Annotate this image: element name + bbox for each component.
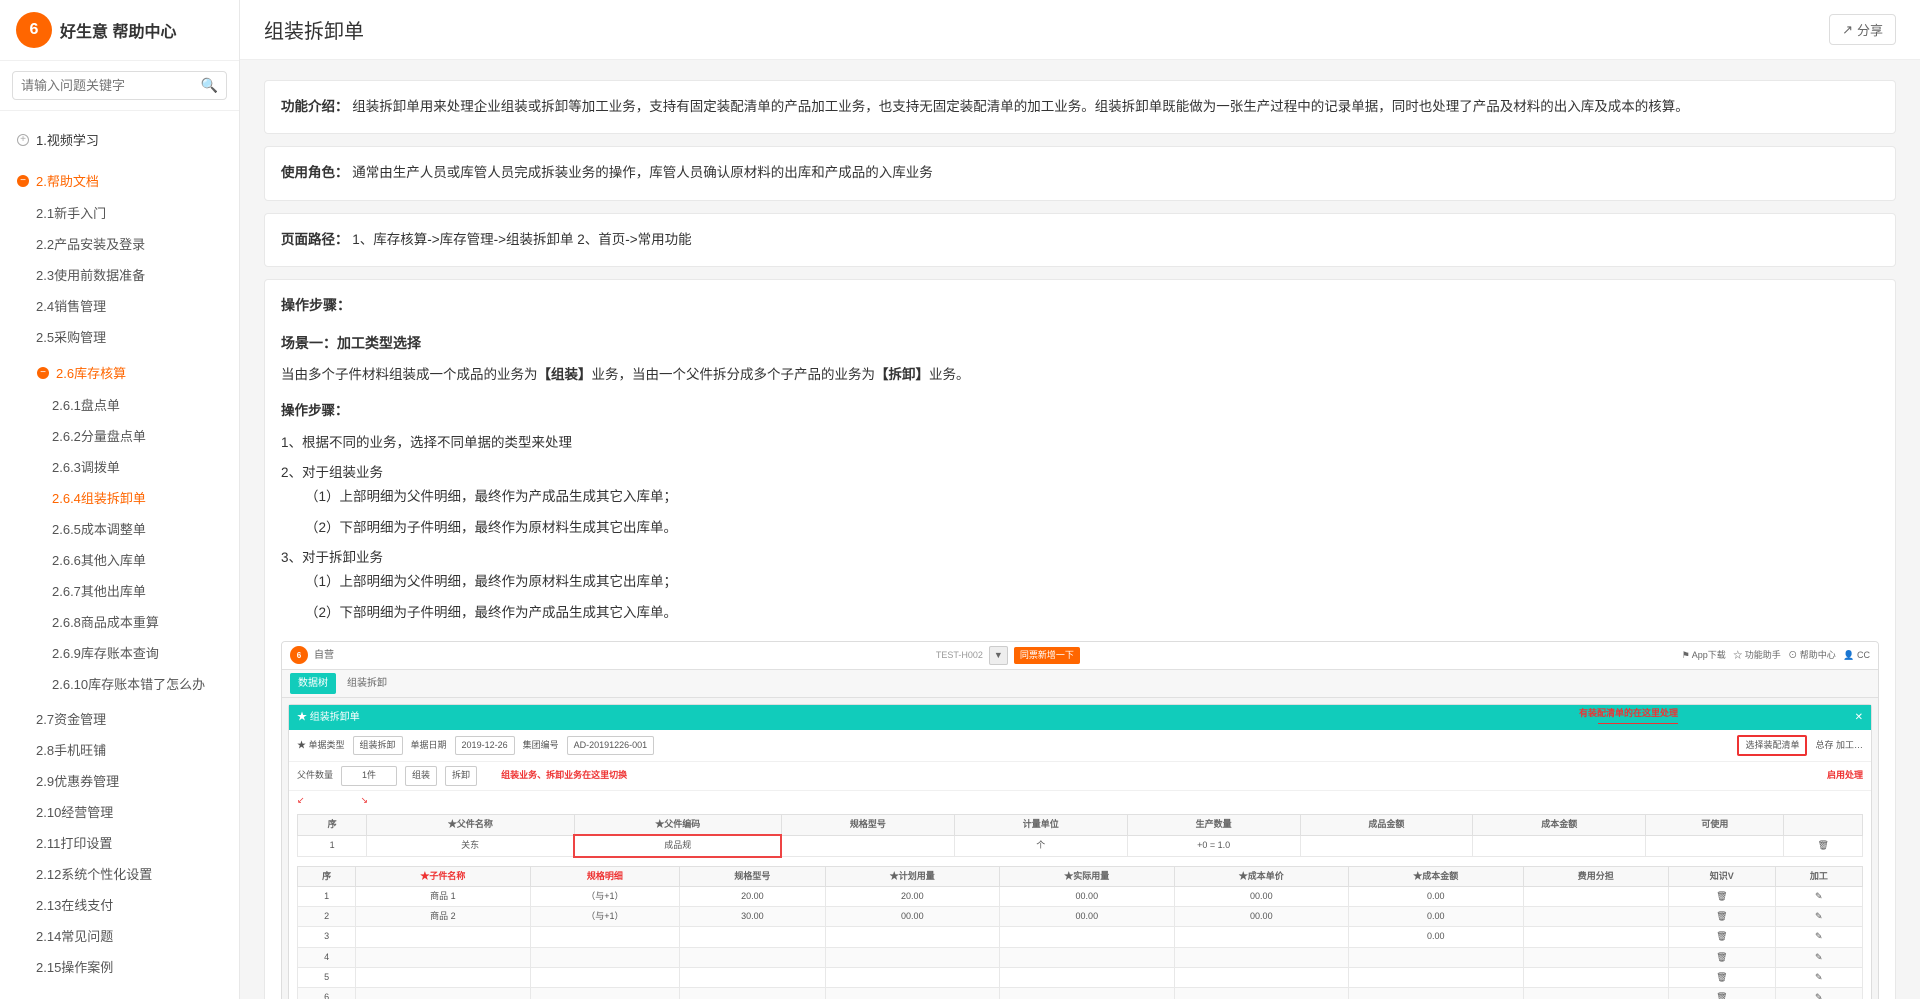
sidebar-item-coupon[interactable]: 2.9优惠券管理 bbox=[0, 765, 239, 796]
sidebar-item-videos[interactable]: + 1.视频学习 bbox=[0, 123, 239, 156]
nav-section-videos: + 1.视频学习 bbox=[0, 119, 239, 160]
mock-upper-table: 序 ★父件名称 ★父件编码 规格型号 计量单位 生产数量 成品金额 成本金额 可 bbox=[297, 814, 1863, 858]
sidebar-item-mobile[interactable]: 2.8手机旺铺 bbox=[0, 734, 239, 765]
sidebar-item-assembly[interactable]: 2.6.4组装拆卸单 bbox=[0, 482, 239, 513]
mock-form-fields: ★ 单据类型 组装拆卸 单据日期 2019-12-26 集团编号 AD-2019… bbox=[289, 730, 1871, 762]
mock-nav: 数据树 组装拆卸 bbox=[282, 670, 1878, 698]
sidebar-item-partial-stocktake[interactable]: 2.6.2分量盘点单 bbox=[0, 420, 239, 451]
minus-icon: − bbox=[16, 174, 30, 188]
mock-lower-table: 序 ★子件名称 规格明细 规格型号 ★计划用量 ★实际用量 ★成本单价 ★成本金… bbox=[297, 866, 1863, 999]
search-icon[interactable]: 🔍 bbox=[201, 77, 218, 94]
step2: 2、对于组装业务 （1）上部明细为父件明细，最终作为产成品生成其它入库单； （2… bbox=[281, 461, 1879, 540]
search-input[interactable] bbox=[21, 78, 201, 93]
sidebar-item-sales[interactable]: 2.4销售管理 bbox=[0, 290, 239, 321]
mock-titlebar: 6 自营 TEST-H002 ▼ 同票新增一下 ⚑ App下载 ☆ 功能助手 ⊙… bbox=[282, 642, 1878, 670]
scenario1-title: 场景一：加工类型选择 bbox=[281, 332, 1879, 356]
main-content: 组装拆卸单 ↗ 分享 功能介绍： 组装拆卸单用来处理企业组装或拆卸等加工业务，支… bbox=[240, 0, 1920, 999]
top-bar: 组装拆卸单 ↗ 分享 bbox=[240, 0, 1920, 60]
sidebar-item-payment[interactable]: 2.13在线支付 bbox=[0, 889, 239, 920]
sidebar-item-print[interactable]: 2.11打印设置 bbox=[0, 827, 239, 858]
nav-section-inventory: − 2.6库存核算 2.6.1盘点单 2.6.2分量盘点单 2.6.3调拨单 2… bbox=[0, 352, 239, 703]
mock-arrow-1 bbox=[1598, 723, 1678, 724]
sidebar-item-other-in[interactable]: 2.6.6其他入库单 bbox=[0, 544, 239, 575]
role-label: 使用角色： 通常由生产人员或库管人员完成拆装业务的操作，库管人员确认原材料的出库… bbox=[281, 165, 933, 180]
step3-sub1: （1）上部明细为父件明细，最终作为原材料生成其它出库单； bbox=[305, 570, 1879, 594]
sidebar-item-docs[interactable]: − 2.帮助文档 bbox=[0, 164, 239, 197]
mock-toggle-row: 父件数量 1件 组装 拆卸 组装业务、拆卸业务在这里切换 启用处理 bbox=[289, 762, 1871, 790]
sidebar-item-finance[interactable]: 2.7资金管理 bbox=[0, 703, 239, 734]
share-icon: ↗ bbox=[1842, 22, 1853, 38]
sidebar-item-faq[interactable]: 2.14常见问题 bbox=[0, 920, 239, 951]
share-button[interactable]: ↗ 分享 bbox=[1829, 14, 1896, 45]
sidebar-item-inventory[interactable]: − 2.6库存核算 bbox=[0, 356, 239, 389]
sidebar-item-stocktake[interactable]: 2.6.1盘点单 bbox=[0, 389, 239, 420]
nav-section-docs: − 2.帮助文档 2.1新手入门 2.2产品安装及登录 2.3使用前数据准备 2… bbox=[0, 160, 239, 986]
mock-logo: 6 bbox=[290, 646, 308, 664]
sidebar-item-ledger-fix[interactable]: 2.6.10库存账本错了怎么办 bbox=[0, 668, 239, 699]
sidebar-item-other-out[interactable]: 2.6.7其他出库单 bbox=[0, 575, 239, 606]
role-block: 使用角色： 通常由生产人员或库管人员完成拆装业务的操作，库管人员确认原材料的出库… bbox=[264, 146, 1896, 200]
sidebar-item-cost-recalc[interactable]: 2.6.8商品成本重算 bbox=[0, 606, 239, 637]
logo-area: 6 好生意 帮助中心 bbox=[0, 0, 239, 61]
step3: 3、对于拆卸业务 （1）上部明细为父件明细，最终作为原材料生成其它出库单； （2… bbox=[281, 546, 1879, 625]
sidebar-item-transfer[interactable]: 2.6.3调拨单 bbox=[0, 451, 239, 482]
mock-content: 有装配清单的在这里处理 ★ 组装拆卸单 ✕ ★ 单据类型 组装拆卸 bbox=[282, 698, 1878, 999]
mock-annotation-3: 启用处理 bbox=[1827, 768, 1863, 783]
sidebar-item-purchase[interactable]: 2.5采购管理 bbox=[0, 321, 239, 352]
sidebar-item-stock-ledger[interactable]: 2.6.9库存账本查询 bbox=[0, 637, 239, 668]
search-area: 🔍 bbox=[0, 61, 239, 111]
step2-subs: （1）上部明细为父件明细，最终作为产成品生成其它入库单； （2）下部明细为子件明… bbox=[281, 485, 1879, 540]
screenshot-container: 6 自营 TEST-H002 ▼ 同票新增一下 ⚑ App下载 ☆ 功能助手 ⊙… bbox=[281, 641, 1879, 999]
steps-list: 1、根据不同的业务，选择不同单据的类型来处理 2、对于组装业务 （1）上部明细为… bbox=[281, 431, 1879, 625]
path-label: 页面路径： 1、库存核算->库存管理->组装拆卸单 2、首页->常用功能 bbox=[281, 232, 692, 247]
step2-sub2: （2）下部明细为子件明细，最终作为原材料生成其它出库单。 bbox=[305, 516, 1879, 540]
mock-form-card: ★ 组装拆卸单 ✕ ★ 单据类型 组装拆卸 单据日期 2019-12-26 集团… bbox=[288, 704, 1872, 999]
step3-subs: （1）上部明细为父件明细，最终作为原材料生成其它出库单； （2）下部明细为子件明… bbox=[281, 570, 1879, 625]
mock-annotation-2: 组装业务、拆卸业务在这里切换 bbox=[501, 768, 627, 783]
sidebar-item-newbie[interactable]: 2.1新手入门 bbox=[0, 197, 239, 228]
mock-annotation-1: 有装配清单的在这里处理 bbox=[1579, 706, 1678, 721]
app-name: 好生意 帮助中心 bbox=[60, 18, 176, 42]
sidebar-item-management[interactable]: 2.10经营管理 bbox=[0, 796, 239, 827]
sidebar-item-install[interactable]: 2.2产品安装及登录 bbox=[0, 228, 239, 259]
step3-sub2: （2）下部明细为子件明细，最终作为产成品生成其它入库单。 bbox=[305, 601, 1879, 625]
content-area: 功能介绍： 组装拆卸单用来处理企业组装或拆卸等加工业务，支持有固定装配清单的产品… bbox=[240, 60, 1920, 999]
sidebar-item-cost-adjust[interactable]: 2.6.5成本调整单 bbox=[0, 513, 239, 544]
mock-lower-table-area: 序 ★子件名称 规格明细 规格型号 ★计划用量 ★实际用量 ★成本单价 ★成本金… bbox=[289, 862, 1871, 999]
search-box: 🔍 bbox=[12, 71, 227, 100]
nav-list: + 1.视频学习 − 2.帮助文档 2.1新手入门 2.2产品安装及登录 2.3… bbox=[0, 111, 239, 999]
sidebar: 6 好生意 帮助中心 🔍 + 1.视频学习 − 2.帮助文档 2.1新手入门 2… bbox=[0, 0, 240, 999]
ops-steps-title: 操作步骤： bbox=[281, 400, 1879, 423]
sidebar-item-customize[interactable]: 2.12系统个性化设置 bbox=[0, 858, 239, 889]
logo-icon: 6 bbox=[16, 12, 52, 48]
minus-icon-inventory: − bbox=[36, 366, 50, 380]
ops-block: 操作步骤： 场景一：加工类型选择 当由多个子件材料组装成一个成品的业务为【组装】… bbox=[264, 279, 1896, 999]
mock-arrows-row: ↙ ↘ bbox=[289, 791, 1871, 810]
path-block: 页面路径： 1、库存核算->库存管理->组装拆卸单 2、首页->常用功能 bbox=[264, 213, 1896, 267]
func-intro-label: 功能介绍： 组装拆卸单用来处理企业组装或拆卸等加工业务，支持有固定装配清单的产品… bbox=[281, 99, 1689, 114]
page-title: 组装拆卸单 bbox=[264, 15, 364, 44]
step2-sub1: （1）上部明细为父件明细，最终作为产成品生成其它入库单； bbox=[305, 485, 1879, 509]
plus-icon: + bbox=[16, 133, 30, 147]
sidebar-item-prepare[interactable]: 2.3使用前数据准备 bbox=[0, 259, 239, 290]
sidebar-item-cases[interactable]: 2.15操作案例 bbox=[0, 951, 239, 982]
ops-title: 操作步骤： bbox=[281, 294, 1879, 318]
scenario1-desc: 当由多个子件材料组装成一个成品的业务为【组装】业务，当由一个父件拆分成多个子产品… bbox=[281, 363, 1879, 387]
func-intro-block: 功能介绍： 组装拆卸单用来处理企业组装或拆卸等加工业务，支持有固定装配清单的产品… bbox=[264, 80, 1896, 134]
mock-upper-table-area: 序 ★父件名称 ★父件编码 规格型号 计量单位 生产数量 成品金额 成本金额 可 bbox=[289, 810, 1871, 862]
step1: 1、根据不同的业务，选择不同单据的类型来处理 bbox=[281, 431, 1879, 455]
